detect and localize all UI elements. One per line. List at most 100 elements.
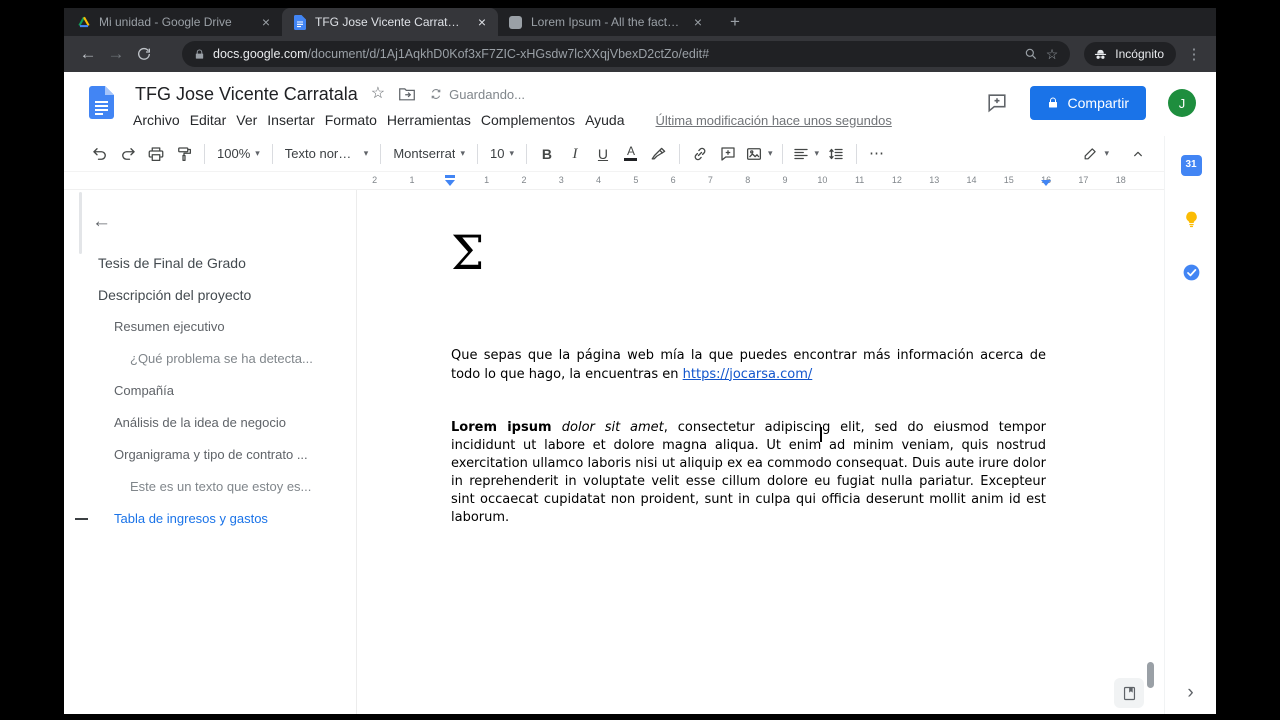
equation-sigma[interactable]: Σ xyxy=(451,230,484,277)
close-outline-icon[interactable]: ← xyxy=(92,212,111,231)
outline-item[interactable]: ¿Qué problema se ha detecta... xyxy=(64,343,356,375)
paragraph-lorem[interactable]: Lorem ipsum dolor sit amet, consectetur … xyxy=(451,419,1046,527)
redo-button[interactable] xyxy=(115,141,141,167)
menu-herramientas[interactable]: Herramientas xyxy=(387,112,471,128)
more-toolbar-button[interactable]: ⋯ xyxy=(864,141,890,167)
page-favicon-icon xyxy=(508,15,523,30)
insert-image-button[interactable]: ▾ xyxy=(742,141,776,167)
incognito-icon xyxy=(1093,47,1108,62)
last-modified-link[interactable]: Última modificación hace unos segundos xyxy=(656,113,892,128)
explore-button[interactable] xyxy=(1114,678,1144,708)
underline-button[interactable]: U xyxy=(590,141,616,167)
chevron-down-icon: ▾ xyxy=(255,148,260,158)
menu-bar: Archivo Editar Ver Insertar Formato Herr… xyxy=(133,111,892,129)
zoom-select[interactable]: 100% ▾ xyxy=(211,141,266,167)
paragraph-style-select[interactable]: Texto norm... ▾ xyxy=(279,141,375,167)
menu-complementos[interactable]: Complementos xyxy=(481,112,575,128)
menu-formato[interactable]: Formato xyxy=(325,112,377,128)
line-spacing-button[interactable] xyxy=(823,141,849,167)
chevron-down-icon: ▾ xyxy=(509,148,514,158)
url-host: docs.google.com xyxy=(213,47,308,61)
close-tab-icon[interactable]: × xyxy=(474,14,490,30)
undo-button[interactable] xyxy=(87,141,113,167)
open-comments-icon[interactable] xyxy=(986,92,1008,114)
outline-item[interactable]: Descripción del proyecto xyxy=(64,279,356,311)
close-tab-icon[interactable]: × xyxy=(258,14,274,30)
tab-lorem-ipsum[interactable]: Lorem Ipsum - All the facts - L... × xyxy=(498,8,714,36)
tab-google-drive[interactable]: Mi unidad - Google Drive × xyxy=(66,8,282,36)
menu-archivo[interactable]: Archivo xyxy=(133,112,180,128)
chevron-down-icon: ▾ xyxy=(1104,148,1109,158)
text-color-bar xyxy=(624,158,638,161)
left-indent-marker[interactable] xyxy=(445,180,455,186)
lock-icon xyxy=(194,48,205,61)
menu-insertar[interactable]: Insertar xyxy=(267,112,314,128)
zoom-value: 100% xyxy=(217,146,251,161)
star-document-icon[interactable]: ☆ xyxy=(371,86,385,102)
outline-item[interactable]: Análisis de la idea de negocio xyxy=(64,407,356,439)
calendar-icon[interactable]: 31 xyxy=(1179,153,1203,177)
outline-item[interactable]: Compañía xyxy=(64,375,356,407)
account-avatar[interactable]: J xyxy=(1168,89,1196,117)
insert-link-button[interactable] xyxy=(687,141,713,167)
share-button[interactable]: Compartir xyxy=(1029,86,1146,120)
document-scrollbar-thumb[interactable] xyxy=(1147,662,1154,688)
bold-button[interactable]: B xyxy=(534,141,560,167)
collapse-side-panel-icon[interactable]: › xyxy=(1165,683,1216,702)
collapse-toolbar-button[interactable] xyxy=(1125,141,1151,167)
current-position-indicator xyxy=(75,518,88,520)
font-value: Montserrat xyxy=(393,146,456,161)
text-color-button[interactable]: A xyxy=(618,141,644,167)
sync-icon xyxy=(429,87,443,101)
first-line-indent-marker[interactable] xyxy=(445,175,455,178)
outline-scrollbar[interactable] xyxy=(79,192,82,254)
docs-header: TFG Jose Vicente Carratala ☆ Guardando..… xyxy=(64,72,1216,136)
paint-format-button[interactable] xyxy=(171,141,197,167)
align-button[interactable]: ▾ xyxy=(789,141,823,167)
move-folder-icon[interactable] xyxy=(398,86,416,102)
add-comment-button[interactable] xyxy=(715,141,741,167)
forward-icon[interactable]: → xyxy=(102,40,130,68)
outline-item[interactable]: Organigrama y tipo de contrato ... xyxy=(64,439,356,471)
doc-link[interactable]: https://jocarsa.com/ xyxy=(683,367,813,382)
highlight-color-button[interactable] xyxy=(646,141,672,167)
url-bar[interactable]: docs.google.com/document/d/1Aj1AqkhD0Kof… xyxy=(182,41,1071,67)
close-tab-icon[interactable]: × xyxy=(690,14,706,30)
tab-strip: Mi unidad - Google Drive × TFG Jose Vice… xyxy=(64,8,1216,36)
text-cursor xyxy=(820,427,822,442)
font-size-select[interactable]: 10 ▾ xyxy=(484,141,520,167)
reload-icon[interactable] xyxy=(130,40,158,68)
outline-item[interactable]: Tesis de Final de Grado xyxy=(64,247,356,279)
docs-logo-icon[interactable] xyxy=(88,85,115,120)
italic-button[interactable]: I xyxy=(562,141,588,167)
toolbar-separator xyxy=(476,143,478,164)
bookmark-star-icon[interactable]: ☆ xyxy=(1046,46,1059,63)
print-button[interactable] xyxy=(143,141,169,167)
zoom-icon[interactable] xyxy=(1024,47,1038,61)
editing-mode-button[interactable]: ▾ xyxy=(1079,141,1112,167)
paragraph-intro[interactable]: Que sepas que la página web mía la que p… xyxy=(451,347,1046,384)
chevron-down-icon: ▾ xyxy=(460,148,465,158)
outline-item[interactable]: Este es un texto que estoy es... xyxy=(64,471,356,503)
header-actions: Compartir J xyxy=(986,85,1196,121)
keep-icon[interactable] xyxy=(1179,207,1203,231)
toolbar-separator xyxy=(525,143,527,164)
back-icon[interactable]: ← xyxy=(74,40,102,68)
menu-ver[interactable]: Ver xyxy=(236,112,257,128)
tab-title: TFG Jose Vicente Carratala - ... xyxy=(315,15,466,29)
document-canvas[interactable]: Σ Que sepas que la página web mía la que… xyxy=(357,190,1164,714)
font-select[interactable]: Montserrat ▾ xyxy=(387,141,471,167)
outline-item-current[interactable]: Tabla de ingresos y gastos xyxy=(64,503,356,535)
tab-tfg-document[interactable]: TFG Jose Vicente Carratala - ... × xyxy=(282,8,498,36)
new-tab-button[interactable]: + xyxy=(722,9,748,35)
menu-ayuda[interactable]: Ayuda xyxy=(585,112,624,128)
paragraph-style-value: Texto norm... xyxy=(284,146,359,161)
browser-menu-icon[interactable]: ⋮ xyxy=(1182,45,1206,63)
document-title[interactable]: TFG Jose Vicente Carratala xyxy=(135,84,358,105)
tasks-icon[interactable] xyxy=(1179,260,1203,284)
toolbar-separator xyxy=(204,143,205,164)
outline-list: Tesis de Final de Grado Descripción del … xyxy=(64,247,356,535)
menu-editar[interactable]: Editar xyxy=(190,112,227,128)
outline-item[interactable]: Resumen ejecutivo xyxy=(64,311,356,343)
right-indent-marker[interactable] xyxy=(1041,180,1051,186)
